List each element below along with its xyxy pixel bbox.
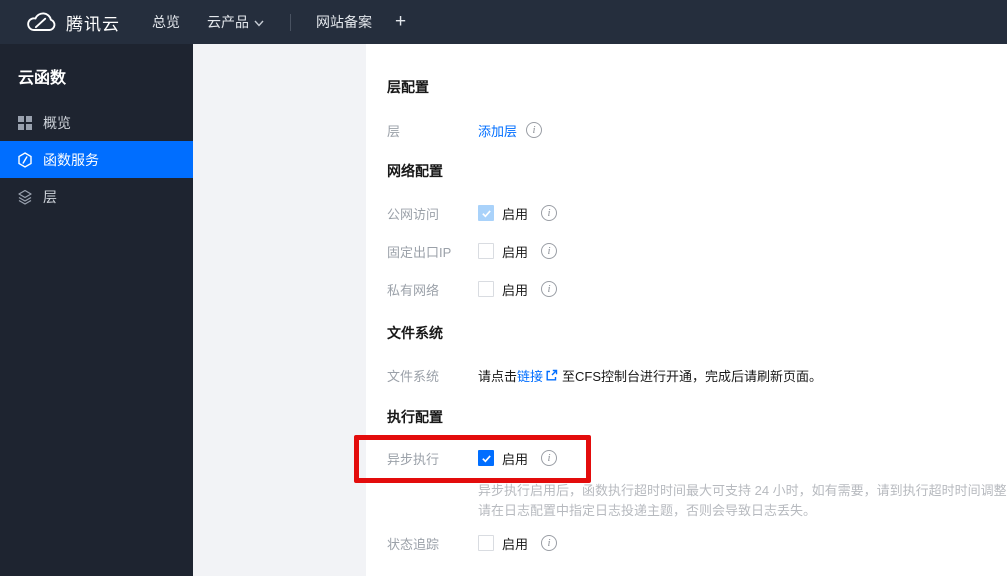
layers-icon: [18, 189, 32, 205]
check-icon: [481, 209, 491, 217]
section-heading-network-config: 网络配置: [387, 163, 443, 179]
row-label: 私有网络: [387, 282, 440, 298]
form-row-file-system: 文件系统 请点击 链接 至CFS控制台进行开通，完成后请刷新页面。: [387, 365, 822, 385]
sidebar: 云函数 概览 函数服务 层: [0, 44, 193, 576]
external-link-icon[interactable]: [545, 369, 558, 382]
sidebar-item-label: 概览: [43, 114, 71, 131]
nav-item-overview[interactable]: 总览: [152, 12, 180, 32]
form-row-layer: 层 添加层 i: [387, 120, 543, 140]
sidebar-item-label: 函数服务: [43, 151, 99, 168]
row-label: 固定出口IP: [387, 244, 452, 260]
sidebar-item-function-service[interactable]: 函数服务: [0, 141, 193, 178]
form-row-async-execution: 异步执行 启用 i: [387, 448, 558, 468]
section-heading-file-system: 文件系统: [387, 325, 443, 341]
row-label: 状态追踪: [387, 536, 440, 552]
function-hexagon-icon: [18, 151, 32, 168]
grid-icon: [18, 115, 32, 130]
row-label: 公网访问: [387, 206, 440, 222]
brand-home-link[interactable]: 腾讯云: [0, 10, 120, 35]
cfs-console-link[interactable]: 链接: [517, 366, 543, 385]
tencent-cloud-logo-icon: [27, 12, 56, 31]
row-label: 层: [387, 123, 401, 139]
info-icon[interactable]: i: [541, 281, 558, 297]
tencent-cloud-console-page: 腾讯云 总览 云产品 网站备案 + 云函数 概览 函数服务 层 层配置 层 添加…: [0, 0, 1007, 576]
nav-item-cloud-products[interactable]: 云产品: [207, 12, 264, 32]
info-icon[interactable]: i: [541, 535, 558, 551]
chevron-down-icon: [254, 20, 264, 27]
form-row-public-access: 公网访问 启用 i: [387, 203, 558, 223]
check-icon: [481, 454, 491, 462]
nav-divider: [290, 13, 291, 31]
async-execution-help-text: 异步执行启用后，函数执行超时时间最大可支持 24 小时，如有需要，请到执行超时时…: [478, 483, 1007, 518]
async-execution-checkbox[interactable]: [478, 450, 494, 466]
nav-item-website-record[interactable]: 网站备案: [316, 12, 372, 32]
main-content: 层配置 层 添加层 i 网络配置 公网访问 启用 i 固定出口IP 启用 i 私…: [366, 44, 1007, 576]
section-heading-execution-config: 执行配置: [387, 409, 443, 425]
public-access-checkbox[interactable]: [478, 205, 494, 221]
sidebar-item-layers[interactable]: 层: [0, 178, 193, 215]
sidebar-title: 云函数: [18, 70, 67, 87]
status-tracing-checkbox[interactable]: [478, 535, 494, 551]
top-nav: 腾讯云 总览 云产品 网站备案 +: [0, 0, 1007, 44]
info-icon[interactable]: i: [541, 205, 558, 221]
info-icon[interactable]: i: [541, 243, 558, 259]
row-label: 异步执行: [387, 451, 440, 467]
row-label: 文件系统: [387, 368, 440, 384]
secondary-panel: [193, 44, 366, 576]
section-heading-layer-config: 层配置: [387, 79, 429, 95]
form-row-status-tracing: 状态追踪 启用 i: [387, 533, 558, 553]
brand-name: 腾讯云: [66, 14, 120, 34]
sidebar-item-overview[interactable]: 概览: [0, 104, 193, 141]
form-row-private-network: 私有网络 启用 i: [387, 279, 558, 299]
add-layer-link[interactable]: 添加层: [478, 121, 517, 140]
fixed-egress-ip-checkbox[interactable]: [478, 243, 494, 259]
info-icon[interactable]: i: [541, 450, 558, 466]
nav-add-tab-button[interactable]: +: [395, 11, 406, 33]
info-icon[interactable]: i: [526, 122, 543, 138]
sidebar-item-label: 层: [43, 188, 57, 205]
form-row-fixed-egress-ip: 固定出口IP 启用 i: [387, 241, 558, 261]
private-network-checkbox[interactable]: [478, 281, 494, 297]
